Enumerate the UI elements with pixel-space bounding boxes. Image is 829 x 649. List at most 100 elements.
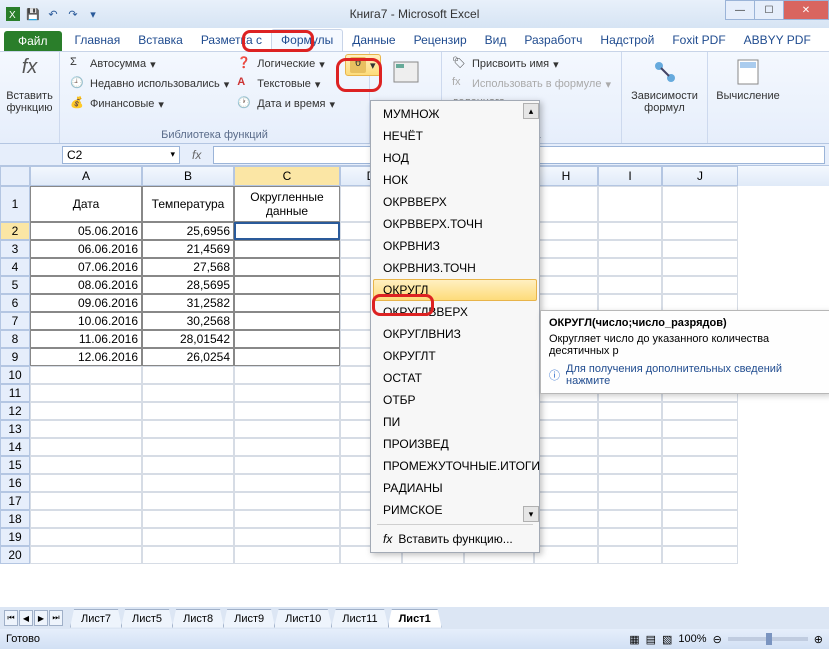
qat-more-icon[interactable]: ▾: [84, 5, 102, 23]
cell-B9[interactable]: 26,0254: [142, 348, 234, 366]
row-header-3[interactable]: 3: [0, 240, 30, 258]
tab-file[interactable]: Файл: [4, 31, 62, 51]
cell-C3[interactable]: [234, 240, 340, 258]
row-header-9[interactable]: 9: [0, 348, 30, 366]
cell-J20[interactable]: [662, 546, 738, 564]
name-manager-button[interactable]: [376, 54, 435, 90]
cell-I5[interactable]: [598, 276, 662, 294]
row-header-12[interactable]: 12: [0, 402, 30, 420]
tab-developer[interactable]: Разработч: [515, 30, 591, 51]
cell-A6[interactable]: 09.06.2016: [30, 294, 142, 312]
cell-I12[interactable]: [598, 402, 662, 420]
cell-C20[interactable]: [234, 546, 340, 564]
sheet-tab-Лист1[interactable]: Лист1: [388, 609, 442, 628]
undo-icon[interactable]: ↶: [44, 5, 62, 23]
cell-A15[interactable]: [30, 456, 142, 474]
cell-I2[interactable]: [598, 222, 662, 240]
cell-J1[interactable]: [662, 186, 738, 222]
row-header-20[interactable]: 20: [0, 546, 30, 564]
cell-C18[interactable]: [234, 510, 340, 528]
cell-H13[interactable]: [534, 420, 598, 438]
cell-A8[interactable]: 11.06.2016: [30, 330, 142, 348]
cell-B2[interactable]: 25,6956: [142, 222, 234, 240]
cell-B10[interactable]: [142, 366, 234, 384]
cell-H16[interactable]: [534, 474, 598, 492]
cell-B12[interactable]: [142, 402, 234, 420]
datetime-button[interactable]: 🕐Дата и время ▾: [233, 94, 339, 114]
column-header-J[interactable]: J: [662, 166, 738, 186]
cell-J2[interactable]: [662, 222, 738, 240]
row-header-10[interactable]: 10: [0, 366, 30, 384]
cell-J14[interactable]: [662, 438, 738, 456]
cell-I19[interactable]: [598, 528, 662, 546]
cell-A2[interactable]: 05.06.2016: [30, 222, 142, 240]
fn-item-ОКРУГЛ[interactable]: ОКРУГЛ: [373, 279, 537, 301]
column-header-A[interactable]: A: [30, 166, 142, 186]
cell-A10[interactable]: [30, 366, 142, 384]
cell-H5[interactable]: [534, 276, 598, 294]
cell-J4[interactable]: [662, 258, 738, 276]
row-header-5[interactable]: 5: [0, 276, 30, 294]
cell-J12[interactable]: [662, 402, 738, 420]
insert-function-button[interactable]: fx Вставить функцию: [6, 54, 53, 116]
tab-review[interactable]: Рецензир: [405, 30, 476, 51]
cell-A1[interactable]: Дата: [30, 186, 142, 222]
sheet-nav-first[interactable]: ⏮: [4, 610, 18, 626]
cell-C17[interactable]: [234, 492, 340, 510]
tab-abbyy[interactable]: ABBYY PDF: [735, 30, 820, 51]
recent-button[interactable]: 🕘Недавно использовались ▾: [66, 74, 233, 94]
row-header-17[interactable]: 17: [0, 492, 30, 510]
cell-J18[interactable]: [662, 510, 738, 528]
cell-A11[interactable]: [30, 384, 142, 402]
cell-B6[interactable]: 31,2582: [142, 294, 234, 312]
fn-item-ОКРВНИЗ[interactable]: ОКРВНИЗ: [373, 235, 537, 257]
cell-A20[interactable]: [30, 546, 142, 564]
formula-auditing-button[interactable]: Зависимости формул: [628, 54, 701, 116]
fn-item-НОД[interactable]: НОД: [373, 147, 537, 169]
fn-item-НЕЧЁТ[interactable]: НЕЧЁТ: [373, 125, 537, 147]
fn-item-ОКРУГЛТ[interactable]: ОКРУГЛТ: [373, 345, 537, 367]
row-header-18[interactable]: 18: [0, 510, 30, 528]
chevron-down-icon[interactable]: ▾: [170, 149, 175, 160]
cell-B20[interactable]: [142, 546, 234, 564]
fn-item-ОКРУГЛВНИЗ[interactable]: ОКРУГЛВНИЗ: [373, 323, 537, 345]
cell-J16[interactable]: [662, 474, 738, 492]
tab-formulas[interactable]: Формулы: [271, 29, 343, 51]
cell-C1[interactable]: Округленные данные: [234, 186, 340, 222]
tab-view[interactable]: Вид: [476, 30, 516, 51]
cell-C4[interactable]: [234, 258, 340, 276]
scroll-up-button[interactable]: ▴: [523, 103, 539, 119]
cell-H1[interactable]: [534, 186, 598, 222]
cell-A17[interactable]: [30, 492, 142, 510]
fn-item-ПРОМЕЖУТОЧНЫЕ.ИТОГИ[interactable]: ПРОМЕЖУТОЧНЫЕ.ИТОГИ: [373, 455, 537, 477]
cell-H20[interactable]: [534, 546, 598, 564]
cell-A14[interactable]: [30, 438, 142, 456]
cell-J13[interactable]: [662, 420, 738, 438]
cell-H17[interactable]: [534, 492, 598, 510]
cell-C6[interactable]: [234, 294, 340, 312]
cell-C5[interactable]: [234, 276, 340, 294]
cell-H4[interactable]: [534, 258, 598, 276]
cell-B5[interactable]: 28,5695: [142, 276, 234, 294]
cell-I20[interactable]: [598, 546, 662, 564]
cell-A12[interactable]: [30, 402, 142, 420]
cell-H15[interactable]: [534, 456, 598, 474]
cell-I1[interactable]: [598, 186, 662, 222]
fn-item-МУМНОЖ[interactable]: МУМНОЖ: [373, 103, 537, 125]
fx-label-icon[interactable]: fx: [192, 148, 201, 162]
cell-B19[interactable]: [142, 528, 234, 546]
fn-item-НОК[interactable]: НОК: [373, 169, 537, 191]
redo-icon[interactable]: ↷: [64, 5, 82, 23]
fn-item-ОКРВВЕРХ[interactable]: ОКРВВЕРХ: [373, 191, 537, 213]
row-header-13[interactable]: 13: [0, 420, 30, 438]
row-header-7[interactable]: 7: [0, 312, 30, 330]
cell-B1[interactable]: Температура: [142, 186, 234, 222]
row-header-14[interactable]: 14: [0, 438, 30, 456]
cell-C10[interactable]: [234, 366, 340, 384]
cell-J3[interactable]: [662, 240, 738, 258]
row-header-2[interactable]: 2: [0, 222, 30, 240]
tab-insert[interactable]: Вставка: [129, 30, 192, 51]
zoom-slider[interactable]: [728, 637, 808, 641]
cell-B3[interactable]: 21,4569: [142, 240, 234, 258]
financial-button[interactable]: 💰Финансовые ▾: [66, 94, 233, 114]
